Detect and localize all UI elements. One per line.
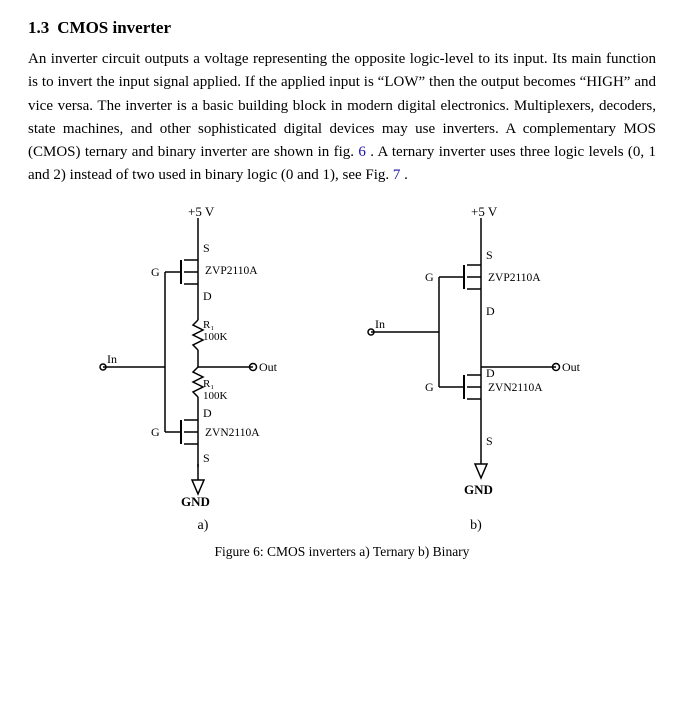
out-label-a: Out [259, 360, 278, 374]
vdd-a-label: +5 V [188, 204, 215, 219]
circuit-b-svg: +5 V S G ZVP2110A D [361, 202, 591, 512]
circuit-a-label: a) [198, 518, 209, 534]
figure-area: +5 V S G ZVP2110A [28, 202, 656, 560]
zvp2110a-label-b: ZVP2110A [488, 272, 541, 284]
ref-link-2[interactable]: 7 [393, 167, 401, 183]
g-bot-label-a: G [151, 425, 160, 439]
vdd-b-label: +5 V [471, 204, 498, 219]
section-title-text: CMOS inverter [57, 18, 171, 38]
d-top-label-b: D [486, 304, 495, 318]
in-label-a: In [107, 352, 117, 366]
d-bot-label-b: D [486, 366, 495, 380]
circuit-a: +5 V S G ZVP2110A [93, 202, 313, 534]
ref-link-1[interactable]: 6 [358, 144, 366, 160]
circuits-row: +5 V S G ZVP2110A [28, 202, 656, 534]
s-top-label-a: S [203, 241, 210, 255]
s-bot-label-b: S [486, 434, 493, 448]
g-top-label-a: G [151, 265, 160, 279]
s-top-label-b: S [486, 248, 493, 262]
circuit-a-svg: +5 V S G ZVP2110A [93, 202, 313, 512]
section-heading: 1.3 CMOS inverter [28, 18, 656, 38]
gnd-label-b: GND [464, 482, 493, 497]
g-top-label-b: G [425, 270, 434, 284]
d-bot-label-a: D [203, 406, 212, 420]
s-bot-label-a: S [203, 451, 210, 465]
para-text-3: . [404, 167, 408, 183]
r1-bot-val-a: 100K [203, 390, 228, 402]
circuit-b-label: b) [470, 518, 482, 534]
gnd-label-a: GND [181, 494, 210, 509]
figure-caption: Figure 6: CMOS inverters a) Ternary b) B… [215, 544, 470, 560]
in-label-b: In [375, 317, 385, 331]
g-bot-label-b: G [425, 380, 434, 394]
r1-top-val-a: 100K [203, 331, 228, 343]
r1-top-label-a: R₁ [203, 319, 214, 331]
d-top-label-a: D [203, 289, 212, 303]
zvn2110a-label-a: ZVN2110A [205, 427, 260, 439]
zvn2110a-label-b: ZVN2110A [488, 382, 543, 394]
out-label-b: Out [562, 360, 581, 374]
zvp2110a-top-label-a: ZVP2110A [205, 265, 258, 277]
body-paragraph: An inverter circuit outputs a voltage re… [28, 48, 656, 188]
r1-bot-label-a: R₁ [203, 378, 214, 390]
section-number: 1.3 [28, 18, 49, 38]
circuit-b: +5 V S G ZVP2110A D [361, 202, 591, 534]
